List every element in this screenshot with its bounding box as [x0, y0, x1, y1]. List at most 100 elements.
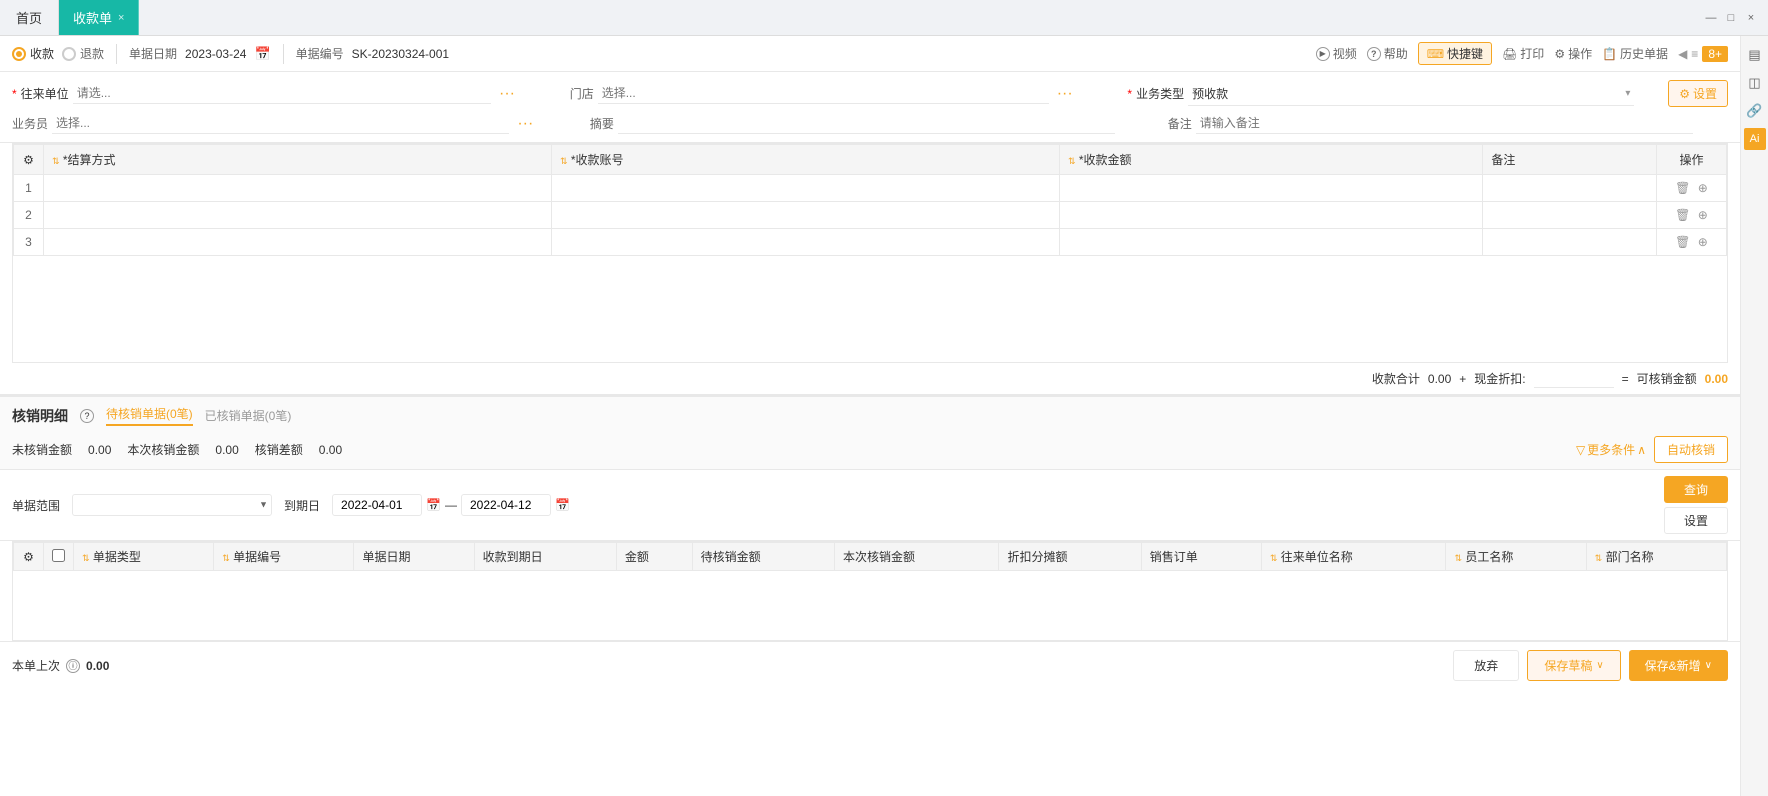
- btcol-pending: 待核销金额: [692, 543, 834, 571]
- row-delete-2[interactable]: 🗑: [1675, 208, 1690, 222]
- note-label: 备注: [1168, 115, 1192, 132]
- pending-tab[interactable]: 待核销单据(0笔): [106, 405, 193, 426]
- cell-amount-3[interactable]: [1060, 229, 1483, 256]
- cell-note-2[interactable]: [1483, 202, 1657, 229]
- available-value: 0.00: [1705, 372, 1728, 386]
- cell-note-3[interactable]: [1483, 229, 1657, 256]
- calendar-icon[interactable]: 📅: [254, 46, 270, 62]
- date-from-input[interactable]: [332, 494, 422, 516]
- cell-amount-2[interactable]: [1060, 202, 1483, 229]
- range-select[interactable]: [72, 494, 272, 516]
- save-new-button[interactable]: 保存&新增 ∨: [1629, 650, 1728, 681]
- counterpart-more[interactable]: ···: [495, 85, 519, 103]
- calendar-icon-to[interactable]: 📅: [555, 498, 570, 512]
- date-to-input[interactable]: [461, 494, 551, 516]
- cell-note-1[interactable]: [1483, 175, 1657, 202]
- note-input[interactable]: [1196, 113, 1693, 134]
- save-draft-button[interactable]: 保存草稿 ∨: [1527, 650, 1620, 681]
- sidebar-ai-button[interactable]: Ai: [1744, 128, 1766, 150]
- diff-value: 0.00: [319, 443, 342, 457]
- cell-account-3[interactable]: [552, 229, 1060, 256]
- row-copy-2[interactable]: ⊕: [1698, 208, 1708, 222]
- window-maximize[interactable]: □: [1724, 11, 1738, 25]
- row-delete-3[interactable]: 🗑: [1675, 235, 1690, 249]
- range-label: 单据范围: [12, 497, 60, 514]
- cell-account-1[interactable]: [552, 175, 1060, 202]
- sidebar-icon-table[interactable]: ▤: [1744, 44, 1766, 66]
- total-label: 收款合计: [1372, 370, 1420, 387]
- row-copy-3[interactable]: ⊕: [1698, 235, 1708, 249]
- discount-label: 现金折扣:: [1474, 370, 1525, 387]
- save-draft-arrow[interactable]: ∨: [1596, 660, 1603, 671]
- counterpart-input[interactable]: [73, 83, 491, 104]
- video-btn[interactable]: ▶ 视频: [1316, 45, 1357, 62]
- summary-row: 收款合计 0.00 + 现金折扣: = 可核销金额 0.00: [0, 363, 1740, 395]
- salesperson-more[interactable]: ···: [513, 115, 537, 133]
- window-close[interactable]: ×: [1744, 11, 1758, 25]
- settings-button[interactable]: ⚙设置: [1668, 80, 1728, 107]
- date-label: 单据日期: [129, 45, 177, 62]
- btcol-gear[interactable]: ⚙: [14, 543, 44, 571]
- toolbar: 收款 退款 单据日期 2023-03-24 📅 单据编号 SK-20230324…: [0, 36, 1740, 72]
- nav-next[interactable]: 8+: [1702, 46, 1728, 62]
- query-button[interactable]: 查询: [1664, 476, 1728, 503]
- cell-settlement-2[interactable]: [44, 202, 552, 229]
- col-settlement: ⇅ *结算方式: [44, 145, 552, 175]
- sidebar-icon-link[interactable]: 🔗: [1744, 100, 1766, 122]
- btcol-counterpart: ⇅ 往来单位名称: [1261, 543, 1446, 571]
- total-value: 0.00: [1428, 372, 1451, 386]
- cell-amount-1[interactable]: [1060, 175, 1483, 202]
- business-type-label: 业务类型: [1136, 85, 1184, 102]
- col-note: 备注: [1483, 145, 1657, 175]
- cell-account-2[interactable]: [552, 202, 1060, 229]
- diff-label: 核销差额: [255, 441, 303, 458]
- table-row: 2 🗑 ⊕: [14, 202, 1727, 229]
- col-gear[interactable]: ⚙: [14, 145, 44, 175]
- discount-input[interactable]: [1534, 369, 1614, 388]
- bottom-footer: 本单上次 ⓘ 0.00 放弃 保存草稿 ∨ 保存&新增 ∨: [0, 641, 1740, 689]
- radio-receipt[interactable]: 收款: [12, 45, 54, 62]
- discard-button[interactable]: 放弃: [1453, 650, 1519, 681]
- btcol-sales-order: 销售订单: [1141, 543, 1261, 571]
- row-copy-1[interactable]: ⊕: [1698, 181, 1708, 195]
- more-conditions-btn[interactable]: ▽ 更多条件 ∧: [1576, 441, 1646, 458]
- reconciliation-section: 核销明细 ? 待核销单据(0笔) 已核销单据(0笔): [0, 395, 1740, 430]
- window-minimize[interactable]: —: [1704, 11, 1718, 25]
- radio-refund[interactable]: 退款: [62, 45, 104, 62]
- salesperson-label: 业务员: [12, 115, 48, 132]
- operation-btn[interactable]: ⚙ 操作: [1554, 45, 1592, 62]
- cell-settlement-3[interactable]: [44, 229, 552, 256]
- btcol-employee: ⇅ 员工名称: [1446, 543, 1586, 571]
- shop-input[interactable]: [598, 83, 1049, 104]
- salesperson-input[interactable]: [52, 113, 509, 134]
- auto-offset-btn[interactable]: 自动核销: [1654, 436, 1728, 463]
- btcol-department: ⇅ 部门名称: [1586, 543, 1726, 571]
- tab-home[interactable]: 首页: [0, 0, 59, 35]
- counterpart-label: 往来单位: [21, 85, 69, 102]
- shop-more[interactable]: ···: [1053, 85, 1077, 103]
- business-type-dropdown[interactable]: ▾: [1625, 88, 1630, 99]
- section-title: 核销明细: [12, 406, 68, 426]
- current-reconcile-label: 本次核销金额: [127, 441, 199, 458]
- help-btn[interactable]: ? 帮助: [1367, 45, 1408, 62]
- business-type-value: 预收款: [1192, 85, 1228, 102]
- tab-receipt[interactable]: 收款单 ×: [59, 0, 139, 35]
- shortcut-btn[interactable]: ⌨ 快捷键: [1418, 42, 1492, 65]
- search-form-row: 单据范围 ▾ 到期日 📅 — 📅 查询 设置: [0, 470, 1740, 541]
- print-btn[interactable]: 🖨 打印: [1502, 45, 1544, 62]
- select-all-checkbox[interactable]: [52, 549, 65, 562]
- tab-receipt-close[interactable]: ×: [118, 12, 124, 24]
- sidebar-icon-list[interactable]: ◫: [1744, 72, 1766, 94]
- btcol-date: 单据日期: [354, 543, 474, 571]
- filter-row: 未核销金额 0.00 本次核销金额 0.00 核销差额 0.00 ▽ 更多条件 …: [0, 430, 1740, 470]
- nav-prev[interactable]: ◀: [1678, 47, 1687, 61]
- save-new-arrow[interactable]: ∨: [1705, 660, 1712, 671]
- completed-tab[interactable]: 已核销单据(0笔): [205, 407, 292, 424]
- nav-list[interactable]: ≡: [1691, 47, 1698, 61]
- calendar-icon-from[interactable]: 📅: [426, 498, 441, 512]
- settings-btn2[interactable]: 设置: [1664, 507, 1728, 534]
- row-delete-1[interactable]: 🗑: [1675, 181, 1690, 195]
- cell-settlement-1[interactable]: [44, 175, 552, 202]
- btcol-checkbox[interactable]: [44, 543, 74, 571]
- history-btn[interactable]: 📋 历史单据: [1602, 45, 1668, 62]
